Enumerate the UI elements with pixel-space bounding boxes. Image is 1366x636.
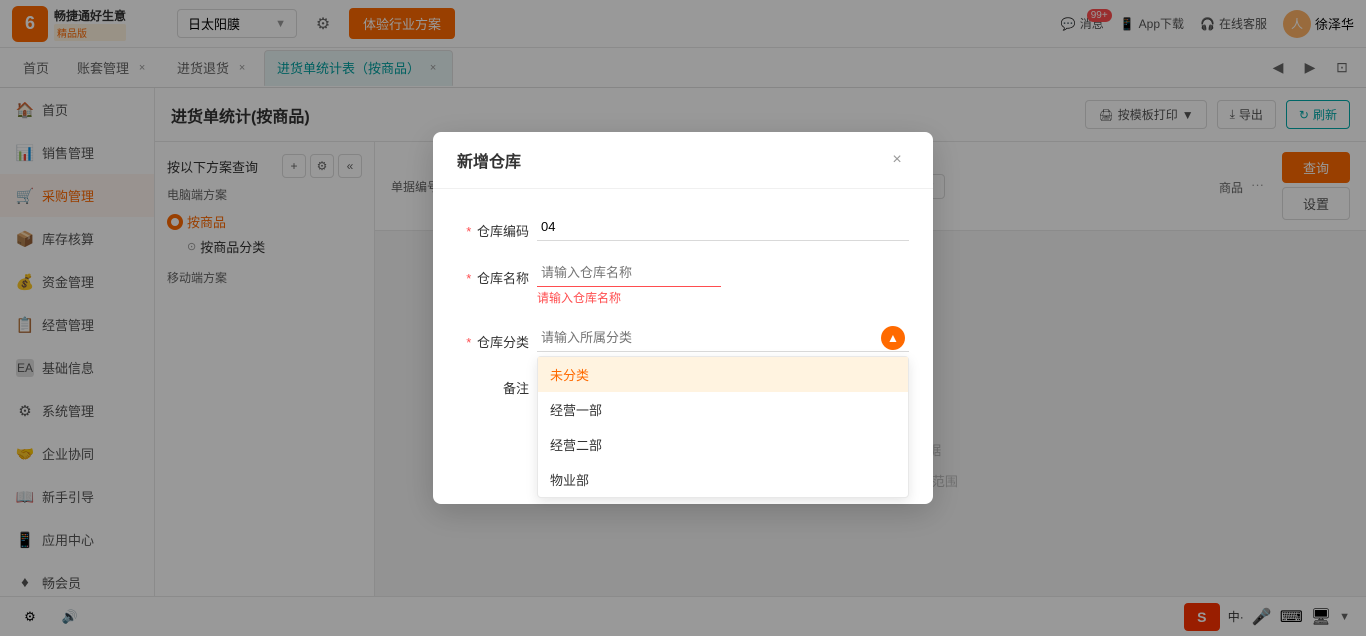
chevron-up-icon: ▲ bbox=[887, 331, 899, 345]
dropdown-toggle-button[interactable]: ▲ bbox=[881, 326, 905, 350]
remark-label: 备注 bbox=[457, 370, 537, 397]
required-star-category: * bbox=[466, 335, 471, 350]
required-star-code: * bbox=[466, 224, 471, 239]
warehouse-category-row: * 仓库分类 ▲ 未分类 经营一部 经营二部 物业部 bbox=[457, 324, 909, 352]
modal-header: 新增仓库 × bbox=[433, 132, 933, 189]
category-dropdown-list: 未分类 经营一部 经营二部 物业部 bbox=[537, 356, 909, 498]
dropdown-item-dept2[interactable]: 经营二部 bbox=[538, 427, 908, 462]
add-warehouse-modal: 新增仓库 × * 仓库编码 * 仓库名称 bbox=[433, 132, 933, 504]
modal-overlay: 新增仓库 × * 仓库编码 * 仓库名称 bbox=[0, 0, 1366, 636]
dropdown-item-unclassified[interactable]: 未分类 bbox=[538, 357, 908, 392]
warehouse-name-row: * 仓库名称 请输入仓库名称 bbox=[457, 259, 909, 306]
dropdown-item-property[interactable]: 物业部 bbox=[538, 462, 908, 497]
dropdown-item-dept1[interactable]: 经营一部 bbox=[538, 392, 908, 427]
required-star-name: * bbox=[466, 271, 471, 286]
modal-body: * 仓库编码 * 仓库名称 请输入仓库名称 bbox=[433, 189, 933, 436]
warehouse-category-label: * 仓库分类 bbox=[457, 324, 537, 351]
warehouse-code-label: * 仓库编码 bbox=[457, 213, 537, 240]
warehouse-name-input[interactable] bbox=[537, 259, 721, 287]
warehouse-category-input[interactable] bbox=[537, 324, 909, 352]
warehouse-code-row: * 仓库编码 bbox=[457, 213, 909, 241]
warehouse-name-error: 请输入仓库名称 bbox=[537, 289, 621, 306]
warehouse-code-input[interactable] bbox=[537, 213, 909, 241]
modal-title: 新增仓库 bbox=[457, 148, 521, 172]
modal-close-button[interactable]: × bbox=[885, 148, 909, 172]
warehouse-category-dropdown: ▲ 未分类 经营一部 经营二部 物业部 bbox=[537, 324, 909, 352]
warehouse-name-label: * 仓库名称 bbox=[457, 260, 537, 287]
